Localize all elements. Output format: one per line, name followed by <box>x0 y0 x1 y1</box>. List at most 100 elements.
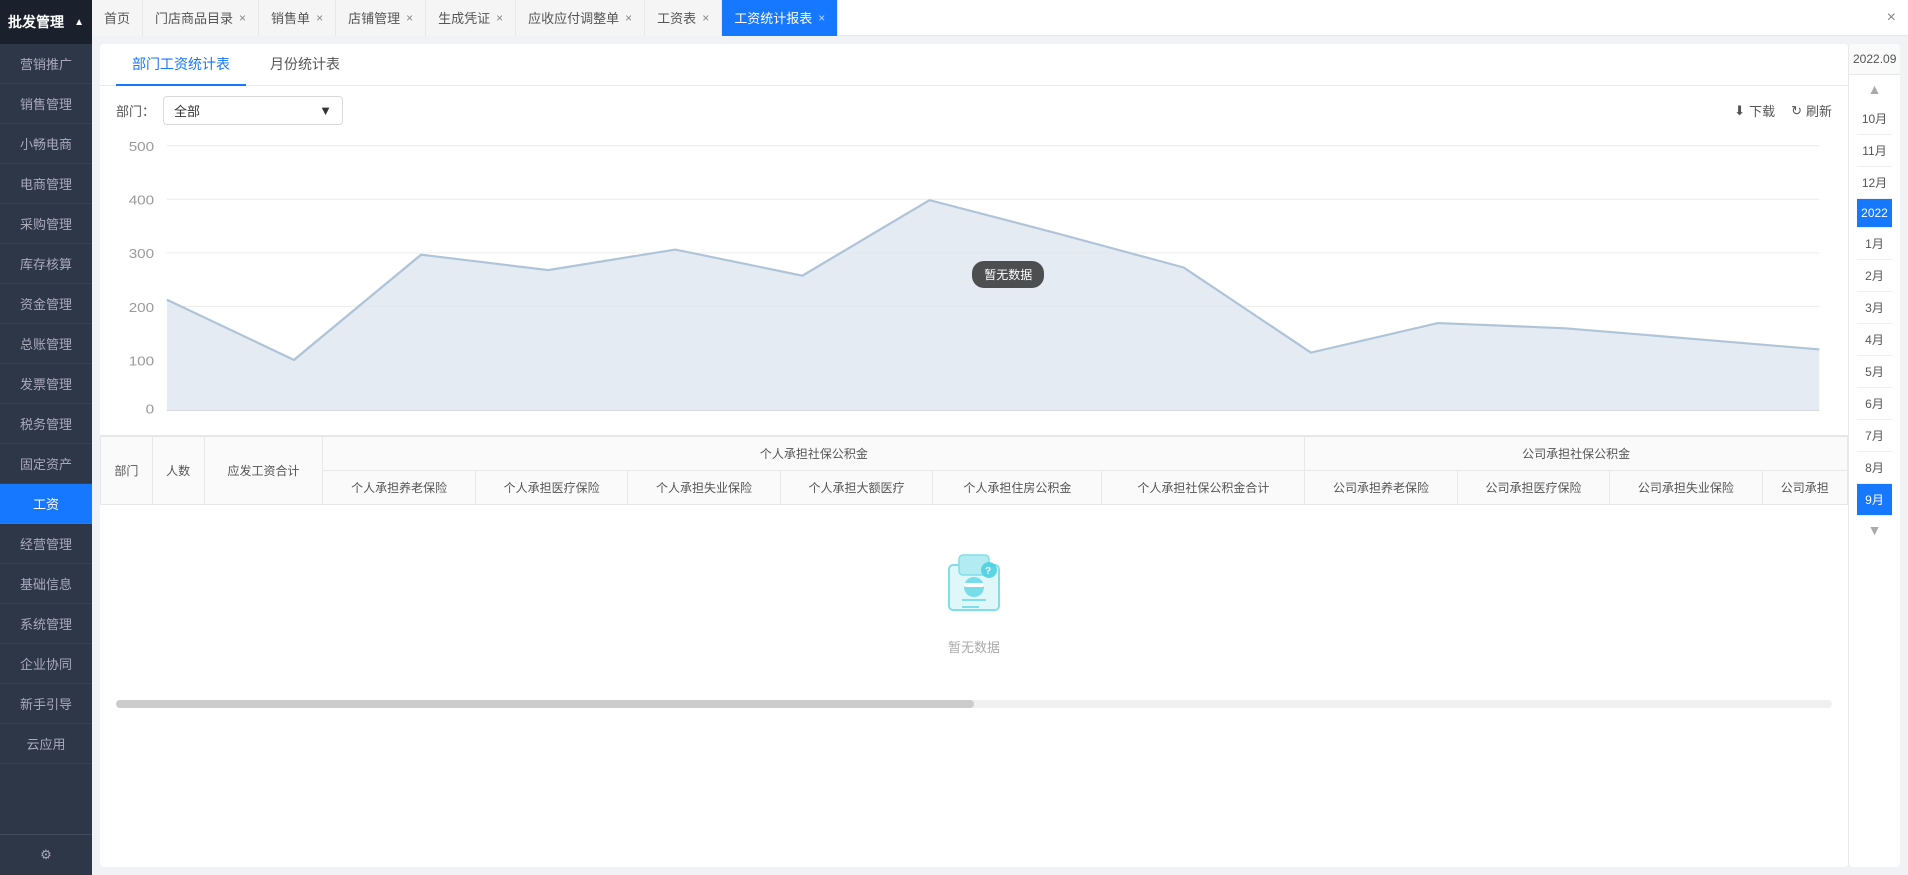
dept-select[interactable]: 全部 ▼ <box>163 96 343 125</box>
sidebar-header[interactable]: 批发管理 ▲ <box>0 0 92 44</box>
sidebar-item-发票管理[interactable]: 发票管理 <box>0 364 92 404</box>
tab-close-icon[interactable]: × <box>496 11 503 25</box>
sidebar-item-云应用[interactable]: 云应用 <box>0 724 92 764</box>
chart-svg: 500 400 300 200 100 0 <box>116 135 1832 435</box>
sidebar-item-电商管理[interactable]: 电商管理 <box>0 164 92 204</box>
tabs-container: 首页门店商品目录×销售单×店铺管理×生成凭证×应收应付调整单×工资表×工资统计报… <box>92 0 838 35</box>
download-button[interactable]: ⬇ 下载 <box>1734 101 1775 120</box>
date-item-10月[interactable]: 10月 <box>1857 103 1892 135</box>
chevron-down-icon: ▼ <box>319 103 332 118</box>
download-icon: ⬇ <box>1734 103 1745 119</box>
sidebar-item-工资[interactable]: 工资 <box>0 484 92 524</box>
tab-close-icon[interactable]: × <box>406 11 413 25</box>
toolbar: 部门： 全部 ▼ ⬇ 下载 ↻ 刷新 <box>100 86 1848 135</box>
svg-text:500: 500 <box>129 139 155 154</box>
chart-area: 500 400 300 200 100 0 <box>100 135 1848 435</box>
svg-text:400: 400 <box>129 193 155 208</box>
refresh-button[interactable]: ↻ 刷新 <box>1791 101 1832 120</box>
sidebar-item-采购管理[interactable]: 采购管理 <box>0 204 92 244</box>
table-sub-headers-row: 个人承担养老保险个人承担医疗保险个人承担失业保险个人承担大额医疗个人承担住房公积… <box>101 471 1848 505</box>
col-个人承担医疗保险: 个人承担医疗保险 <box>475 471 627 505</box>
date-nav-down-button[interactable]: ▼ <box>1849 516 1900 544</box>
empty-state: ? 暂无数据 <box>101 505 1848 696</box>
tab-close-icon[interactable]: × <box>625 11 632 25</box>
sidebar-item-经营管理[interactable]: 经营管理 <box>0 524 92 564</box>
refresh-icon: ↻ <box>1791 103 1802 119</box>
horizontal-scrollbar[interactable] <box>116 700 1832 708</box>
tab-工资表[interactable]: 工资表× <box>645 0 722 36</box>
sidebar-item-税务管理[interactable]: 税务管理 <box>0 404 92 444</box>
date-panel-header: 2022.09 <box>1849 44 1900 75</box>
scrollbar-thumb[interactable] <box>116 700 974 708</box>
date-panel: 2022.09 ▲ 10月11月12月20221月2月3月4月5月6月7月8月9… <box>1848 44 1900 867</box>
svg-text:?: ? <box>985 566 991 577</box>
date-item-1月[interactable]: 1月 <box>1857 228 1892 260</box>
col-company-group: 公司承担社保公积金 <box>1305 437 1848 471</box>
col-个人承担养老保险: 个人承担养老保险 <box>323 471 475 505</box>
chart-container: 500 400 300 200 100 0 <box>116 135 1832 435</box>
tab-close-icon[interactable]: × <box>818 11 825 25</box>
col-salary: 应发工资合计 <box>204 437 323 505</box>
date-item-8月[interactable]: 8月 <box>1857 452 1892 484</box>
date-item-7月[interactable]: 7月 <box>1857 420 1892 452</box>
sidebar-item-销售管理[interactable]: 销售管理 <box>0 84 92 124</box>
page-content: 部门工资统计表月份统计表 部门： 全部 ▼ ⬇ 下载 <box>100 44 1848 867</box>
date-item-selected[interactable]: 9月 <box>1857 484 1892 516</box>
download-label: 下载 <box>1749 101 1775 120</box>
tab-close-icon[interactable]: × <box>702 11 709 25</box>
sidebar-footer[interactable]: ⚙ <box>0 834 92 875</box>
sidebar-item-系统管理[interactable]: 系统管理 <box>0 604 92 644</box>
date-item-12月[interactable]: 12月 <box>1857 167 1892 199</box>
tab-close-icon[interactable]: × <box>316 11 323 25</box>
date-item-2月[interactable]: 2月 <box>1857 260 1892 292</box>
sidebar-title: 批发管理 <box>8 12 64 32</box>
gear-icon: ⚙ <box>40 847 52 862</box>
toolbar-right: ⬇ 下载 ↻ 刷新 <box>1734 101 1832 120</box>
tab-首页[interactable]: 首页 <box>92 0 143 36</box>
sidebar-item-新手引导[interactable]: 新手引导 <box>0 684 92 724</box>
date-item-3月[interactable]: 3月 <box>1857 292 1892 324</box>
sidebar-item-营销推广[interactable]: 营销推广 <box>0 44 92 84</box>
svg-text:300: 300 <box>129 246 155 261</box>
col-个人承担住房公积金: 个人承担住房公积金 <box>933 471 1102 505</box>
table-area[interactable]: 部门 人数 应发工资合计 个人承担社保公积金 公司承担社保公积金 个人承担养老保… <box>100 435 1848 867</box>
date-item-5月[interactable]: 5月 <box>1857 356 1892 388</box>
tab-销售单[interactable]: 销售单× <box>259 0 336 36</box>
sidebar-item-基础信息[interactable]: 基础信息 <box>0 564 92 604</box>
tab-门店商品目录[interactable]: 门店商品目录× <box>143 0 259 36</box>
sidebar: 批发管理 ▲ 营销推广销售管理小畅电商电商管理采购管理库存核算资金管理总账管理发… <box>0 0 92 875</box>
empty-text: 暂无数据 <box>948 637 1000 656</box>
col-公司承担: 公司承担 <box>1762 471 1847 505</box>
tab-生成凭证[interactable]: 生成凭证× <box>426 0 516 36</box>
date-item-11月[interactable]: 11月 <box>1857 135 1892 167</box>
col-people: 人数 <box>152 437 204 505</box>
sub-tabs-container: 部门工资统计表月份统计表 <box>116 44 364 86</box>
tab-工资统计报表[interactable]: 工资统计报表× <box>722 0 838 36</box>
date-nav: ▲ 10月11月12月20221月2月3月4月5月6月7月8月9月 ▼ <box>1849 75 1900 544</box>
col-个人承担社保公积金合计: 个人承担社保公积金合计 <box>1102 471 1305 505</box>
date-nav-up-button[interactable]: ▲ <box>1849 75 1900 103</box>
sidebar-item-总账管理[interactable]: 总账管理 <box>0 324 92 364</box>
sidebar-items: 营销推广销售管理小畅电商电商管理采购管理库存核算资金管理总账管理发票管理税务管理… <box>0 44 92 764</box>
date-item-6月[interactable]: 6月 <box>1857 388 1892 420</box>
tab-close-icon[interactable]: × <box>239 11 246 25</box>
empty-row: ? 暂无数据 <box>101 505 1848 697</box>
sidebar-item-资金管理[interactable]: 资金管理 <box>0 284 92 324</box>
sub-tab-部门工资统计表[interactable]: 部门工资统计表 <box>116 44 246 86</box>
empty-icon: ? <box>934 545 1014 625</box>
svg-text:0: 0 <box>146 402 155 417</box>
chart-tooltip: 暂无数据 <box>972 261 1044 288</box>
sidebar-item-库存核算[interactable]: 库存核算 <box>0 244 92 284</box>
tab-店铺管理[interactable]: 店铺管理× <box>336 0 426 36</box>
sub-tab-月份统计表[interactable]: 月份统计表 <box>254 44 356 86</box>
date-item-4月[interactable]: 4月 <box>1857 324 1892 356</box>
sidebar-item-固定资产[interactable]: 固定资产 <box>0 444 92 484</box>
dept-label: 部门： <box>116 101 155 120</box>
svg-text:100: 100 <box>129 354 155 369</box>
tab-bar-close-button[interactable]: × <box>1875 9 1908 27</box>
sidebar-item-企业协同[interactable]: 企业协同 <box>0 644 92 684</box>
tab-应收应付调整单[interactable]: 应收应付调整单× <box>516 0 645 36</box>
sidebar-item-小畅电商[interactable]: 小畅电商 <box>0 124 92 164</box>
svg-text:200: 200 <box>129 300 155 315</box>
date-year-label: 2022 <box>1857 199 1892 228</box>
